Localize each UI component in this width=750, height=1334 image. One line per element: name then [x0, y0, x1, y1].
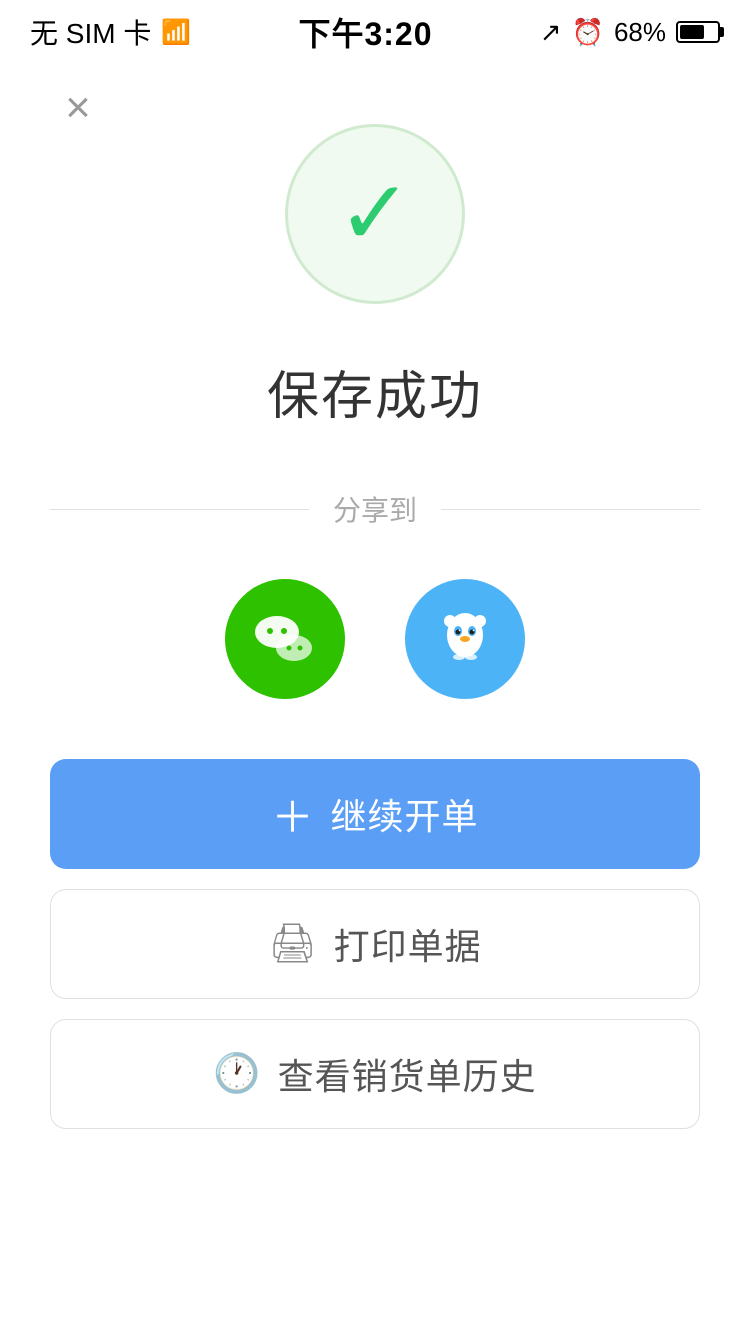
- alarm-icon: ⏰: [572, 17, 604, 48]
- success-title: 保存成功: [267, 354, 483, 429]
- plus-icon: ＋: [271, 784, 314, 845]
- qq-share-button[interactable]: [405, 579, 525, 699]
- status-left: 无 SIM 卡 📶: [30, 12, 191, 52]
- share-label: 分享到: [309, 489, 441, 529]
- sim-status: 无 SIM 卡: [30, 12, 151, 52]
- continue-order-label: 继续开单: [331, 788, 479, 840]
- divider-right: [441, 509, 700, 510]
- qq-icon: [431, 605, 499, 673]
- wechat-icon: [250, 604, 320, 674]
- close-icon: ×: [65, 86, 91, 130]
- checkmark-icon: ✓: [337, 169, 412, 259]
- location-icon: ↗: [540, 17, 562, 48]
- action-buttons: ＋ 继续开单 🖨 打印单据 🕐 查看销货单历史: [50, 759, 700, 1129]
- share-icons: [50, 579, 700, 699]
- share-divider: 分享到: [50, 489, 700, 529]
- success-circle: ✓: [285, 124, 465, 304]
- share-section: 分享到: [50, 489, 700, 699]
- divider-left: [50, 509, 309, 510]
- history-button[interactable]: 🕐 查看销货单历史: [50, 1019, 700, 1129]
- status-time: 下午3:20: [298, 9, 432, 55]
- print-button[interactable]: 🖨 打印单据: [50, 889, 700, 999]
- history-label: 查看销货单历史: [278, 1048, 537, 1100]
- print-label: 打印单据: [334, 918, 482, 970]
- wechat-share-button[interactable]: [225, 579, 345, 699]
- wifi-icon: 📶: [161, 18, 191, 47]
- continue-order-button[interactable]: ＋ 继续开单: [50, 759, 700, 869]
- battery-icon: [676, 21, 720, 43]
- close-button[interactable]: ×: [50, 80, 106, 136]
- main-content: ✓ 保存成功 分享到: [0, 64, 750, 1334]
- battery-percent: 68%: [614, 17, 666, 48]
- printer-icon: 🖨: [268, 922, 317, 966]
- status-right: ↗ ⏰ 68%: [540, 17, 720, 48]
- clock-icon: 🕐: [213, 1052, 261, 1096]
- status-bar: 无 SIM 卡 📶 下午3:20 ↗ ⏰ 68%: [0, 0, 750, 64]
